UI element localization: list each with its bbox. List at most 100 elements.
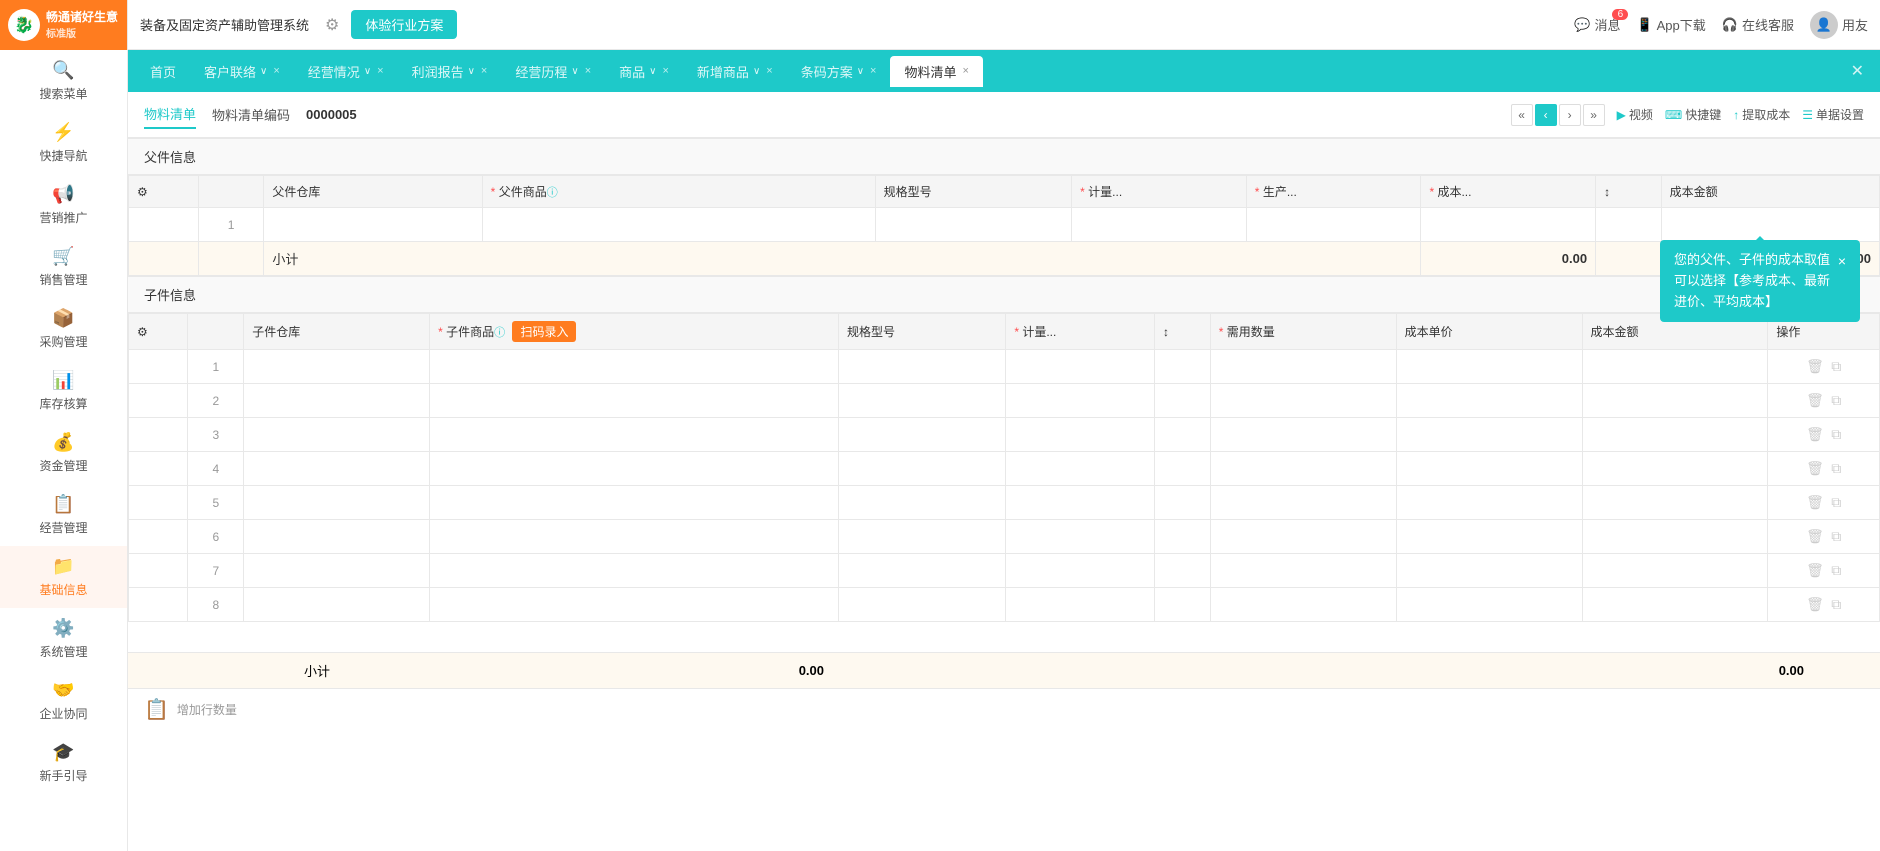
child-row2-warehouse[interactable]	[244, 384, 430, 418]
tab-products[interactable]: 商品 ∨ ×	[605, 56, 683, 87]
child-row1-price[interactable]	[1396, 350, 1582, 384]
child-row1-spec[interactable]	[839, 350, 1006, 384]
tab-profit-report[interactable]: 利润报告 ∨ ×	[398, 56, 502, 87]
delete-icon-row3[interactable]: 🗑	[1806, 426, 1824, 442]
sidebar-item-guide[interactable]: 🎓 新手引导	[0, 732, 127, 794]
child-row4-spec[interactable]	[839, 452, 1006, 486]
child-row7-spec[interactable]	[839, 554, 1006, 588]
copy-icon-row3[interactable]: ⧉	[1831, 426, 1841, 442]
delete-icon-row5[interactable]: 🗑	[1806, 494, 1824, 510]
sub-tab-code-label[interactable]: 物料清单编码	[212, 101, 290, 128]
parent-row1-warehouse[interactable]	[264, 208, 482, 242]
delete-icon-row7[interactable]: 🗑	[1806, 562, 1824, 578]
tab-customer[interactable]: 客户联络 ∨ ×	[190, 56, 294, 87]
child-row7-product[interactable]	[430, 554, 839, 588]
prev-prev-arrow[interactable]: «	[1511, 104, 1533, 126]
child-row6-unit[interactable]	[1006, 520, 1155, 554]
child-row2-qty[interactable]	[1210, 384, 1396, 418]
child-row7-unit[interactable]	[1006, 554, 1155, 588]
child-row3-price[interactable]	[1396, 418, 1582, 452]
sidebar-item-quick-nav[interactable]: ⚡ 快捷导航	[0, 112, 127, 174]
tab-add-product[interactable]: 新增商品 ∨ ×	[683, 56, 787, 87]
child-row6-price[interactable]	[1396, 520, 1582, 554]
tab-home[interactable]: 首页	[136, 56, 190, 87]
child-row6-product[interactable]	[430, 520, 839, 554]
video-action[interactable]: ▶ 视频	[1617, 106, 1653, 123]
delete-icon-row6[interactable]: 🗑	[1806, 528, 1824, 544]
child-row4-product[interactable]	[430, 452, 839, 486]
child-row5-price[interactable]	[1396, 486, 1582, 520]
parent-row1-product[interactable]	[482, 208, 875, 242]
tab-customer-close[interactable]: ×	[273, 65, 279, 77]
sidebar-item-inventory[interactable]: 📊 库存核算	[0, 360, 127, 422]
next-arrow[interactable]: ›	[1559, 104, 1581, 126]
child-row8-price[interactable]	[1396, 588, 1582, 622]
child-gear-icon[interactable]: ⚙	[137, 325, 148, 339]
sidebar-item-purchase[interactable]: 📦 采购管理	[0, 298, 127, 360]
child-row5-unit[interactable]	[1006, 486, 1155, 520]
copy-icon-row2[interactable]: ⧉	[1831, 392, 1841, 408]
child-row5-product[interactable]	[430, 486, 839, 520]
tab-products-close[interactable]: ×	[662, 65, 668, 77]
child-row3-warehouse[interactable]	[244, 418, 430, 452]
child-row3-qty[interactable]	[1210, 418, 1396, 452]
parent-row1-prod[interactable]	[1246, 208, 1421, 242]
child-row2-product[interactable]	[430, 384, 839, 418]
child-row1-qty[interactable]	[1210, 350, 1396, 384]
child-row2-spec[interactable]	[839, 384, 1006, 418]
sidebar-item-marketing[interactable]: 📢 营销推广	[0, 174, 127, 236]
close-all-tabs[interactable]: ✕	[1843, 61, 1872, 81]
tab-biz-history-close[interactable]: ×	[585, 65, 591, 77]
child-row8-product[interactable]	[430, 588, 839, 622]
child-row8-spec[interactable]	[839, 588, 1006, 622]
delete-icon-row2[interactable]: 🗑	[1806, 392, 1824, 408]
delete-icon-row8[interactable]: 🗑	[1806, 596, 1824, 612]
single-settings-action[interactable]: ☰ 单据设置	[1802, 106, 1864, 123]
tab-biz-history[interactable]: 经营历程 ∨ ×	[501, 56, 605, 87]
copy-icon-row5[interactable]: ⧉	[1831, 494, 1841, 510]
child-row4-price[interactable]	[1396, 452, 1582, 486]
child-row7-qty[interactable]	[1210, 554, 1396, 588]
sub-tab-bom[interactable]: 物料清单	[144, 100, 196, 129]
tab-operations-status[interactable]: 经营情况 ∨ ×	[294, 56, 398, 87]
delete-icon-row4[interactable]: 🗑	[1806, 460, 1824, 476]
child-row4-unit[interactable]	[1006, 452, 1155, 486]
delete-icon-row1[interactable]: 🗑	[1806, 358, 1824, 374]
parent-row1-unit[interactable]	[1072, 208, 1247, 242]
sidebar-item-basic-info[interactable]: 📁 基础信息	[0, 546, 127, 608]
child-row7-price[interactable]	[1396, 554, 1582, 588]
copy-icon-row7[interactable]: ⧉	[1831, 562, 1841, 578]
tab-barcode[interactable]: 条码方案 ∨ ×	[787, 56, 891, 87]
sidebar-item-operations[interactable]: 📋 经营管理	[0, 484, 127, 546]
sidebar-item-system[interactable]: ⚙️ 系统管理	[0, 608, 127, 670]
extract-cost-action[interactable]: ↑ 提取成本	[1733, 106, 1790, 123]
child-row3-unit[interactable]	[1006, 418, 1155, 452]
child-row3-spec[interactable]	[839, 418, 1006, 452]
child-row5-warehouse[interactable]	[244, 486, 430, 520]
child-row1-unit[interactable]	[1006, 350, 1155, 384]
child-row5-qty[interactable]	[1210, 486, 1396, 520]
add-row-icon[interactable]: 📋	[144, 697, 169, 722]
tooltip-close[interactable]: ×	[1838, 250, 1846, 272]
sidebar-item-finance[interactable]: 💰 资金管理	[0, 422, 127, 484]
child-row8-qty[interactable]	[1210, 588, 1396, 622]
child-row5-spec[interactable]	[839, 486, 1006, 520]
child-row2-unit[interactable]	[1006, 384, 1155, 418]
sidebar-item-search[interactable]: 🔍 搜索菜单	[0, 50, 127, 112]
next-next-arrow[interactable]: »	[1583, 104, 1605, 126]
parent-row1-cost[interactable]	[1421, 208, 1596, 242]
copy-icon-row8[interactable]: ⧉	[1831, 596, 1841, 612]
message-button[interactable]: 💬 消息 6	[1574, 15, 1620, 34]
parent-row1-spec[interactable]	[875, 208, 1071, 242]
copy-icon-row6[interactable]: ⧉	[1831, 528, 1841, 544]
child-row3-product[interactable]	[430, 418, 839, 452]
child-row4-warehouse[interactable]	[244, 452, 430, 486]
tab-add-product-close[interactable]: ×	[766, 65, 772, 77]
sidebar-item-sales[interactable]: 🛒 销售管理	[0, 236, 127, 298]
child-row6-qty[interactable]	[1210, 520, 1396, 554]
child-row8-unit[interactable]	[1006, 588, 1155, 622]
tab-barcode-close[interactable]: ×	[870, 65, 876, 77]
app-download-button[interactable]: 📱 App下载	[1636, 15, 1705, 34]
child-row2-price[interactable]	[1396, 384, 1582, 418]
child-row6-warehouse[interactable]	[244, 520, 430, 554]
